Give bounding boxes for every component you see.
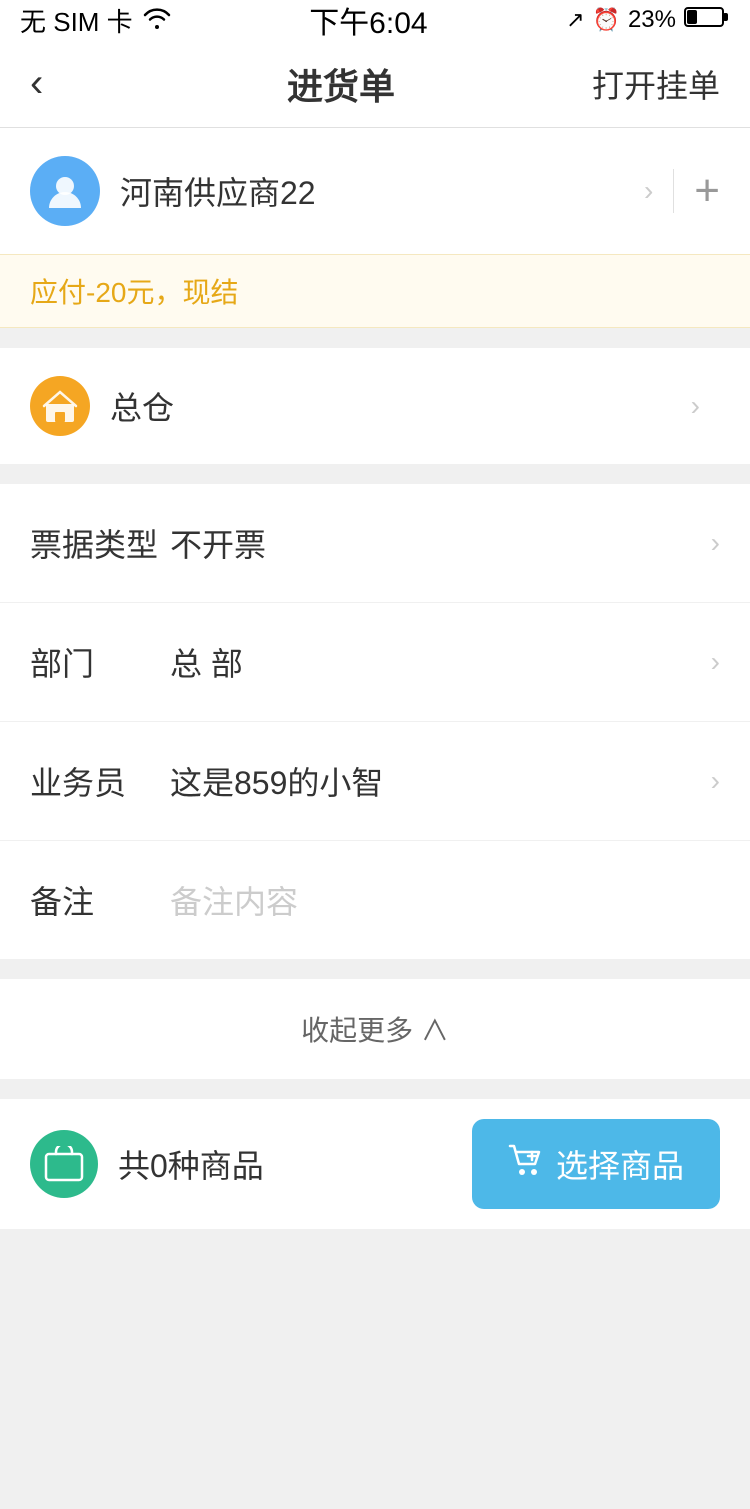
invoice-type-chevron-icon: › <box>711 527 720 559</box>
gray-fill-area <box>0 1229 750 1509</box>
supplier-name: 河南供应商22 <box>120 168 644 214</box>
salesperson-chevron-icon: › <box>711 765 720 797</box>
cart-icon <box>508 1144 544 1184</box>
location-icon: ↗ <box>566 7 584 33</box>
content-area: 河南供应商22 › + 应付-20元，现结 总仓 › 票据类型 不开票 › <box>0 128 750 1509</box>
invoice-type-label: 票据类型 <box>30 520 170 566</box>
collapse-button[interactable]: 收起更多 ∧ <box>0 979 750 1079</box>
invoice-type-value: 不开票 <box>170 520 711 566</box>
notice-bar: 应付-20元，现结 <box>0 254 750 328</box>
form-row-invoice-type[interactable]: 票据类型 不开票 › <box>0 484 750 603</box>
supplier-chevron-icon: › <box>644 175 653 207</box>
supplier-row[interactable]: 河南供应商22 › + <box>0 128 750 254</box>
warehouse-name: 总仓 <box>110 383 691 429</box>
form-row-salesperson[interactable]: 业务员 这是859的小智 › <box>0 722 750 841</box>
warehouse-chevron-icon: › <box>691 390 700 422</box>
battery-text: 23% <box>628 6 676 34</box>
collapse-section: 收起更多 ∧ <box>0 979 750 1079</box>
supplier-card: 河南供应商22 › + 应付-20元，现结 <box>0 128 750 328</box>
battery-icon <box>684 5 730 36</box>
remark-label: 备注 <box>30 877 170 923</box>
status-time: 下午6:04 <box>309 0 427 42</box>
status-right: ↗ ⏰ 23% <box>566 5 730 36</box>
form-section: 票据类型 不开票 › 部门 总 部 › 业务员 这是859的小智 › 备注 备注… <box>0 484 750 959</box>
salesperson-value: 这是859的小智 <box>170 758 711 804</box>
warehouse-section: 总仓 › <box>0 348 750 464</box>
form-row-department[interactable]: 部门 总 部 › <box>0 603 750 722</box>
back-button[interactable]: ‹ <box>30 61 90 106</box>
product-count: 共0种商品 <box>118 1141 452 1187</box>
remark-input[interactable]: 备注内容 <box>170 877 720 923</box>
department-value: 总 部 <box>170 639 711 685</box>
department-chevron-icon: › <box>711 646 720 678</box>
status-bar: 无 SIM 卡 下午6:04 ↗ ⏰ 23% <box>0 0 750 40</box>
warehouse-icon <box>30 376 90 436</box>
add-button[interactable]: + <box>673 169 720 213</box>
sim-status: 无 SIM 卡 <box>20 2 133 39</box>
product-icon-wrap <box>30 1130 98 1198</box>
salesperson-label: 业务员 <box>30 758 170 804</box>
alarm-icon: ⏰ <box>593 7 620 33</box>
select-product-label: 选择商品 <box>556 1141 684 1187</box>
select-product-button[interactable]: 选择商品 <box>472 1119 720 1209</box>
department-label: 部门 <box>30 639 170 685</box>
page-title: 进货单 <box>287 58 395 110</box>
supplier-avatar <box>30 156 100 226</box>
nav-bar: ‹ 进货单 打开挂单 <box>0 40 750 128</box>
status-left: 无 SIM 卡 <box>20 2 171 39</box>
warehouse-row[interactable]: 总仓 › <box>0 348 750 464</box>
form-row-remark[interactable]: 备注 备注内容 <box>0 841 750 959</box>
wifi-icon <box>143 5 171 36</box>
bottom-bar: 共0种商品 选择商品 <box>0 1099 750 1229</box>
open-pending-button[interactable]: 打开挂单 <box>592 61 720 107</box>
